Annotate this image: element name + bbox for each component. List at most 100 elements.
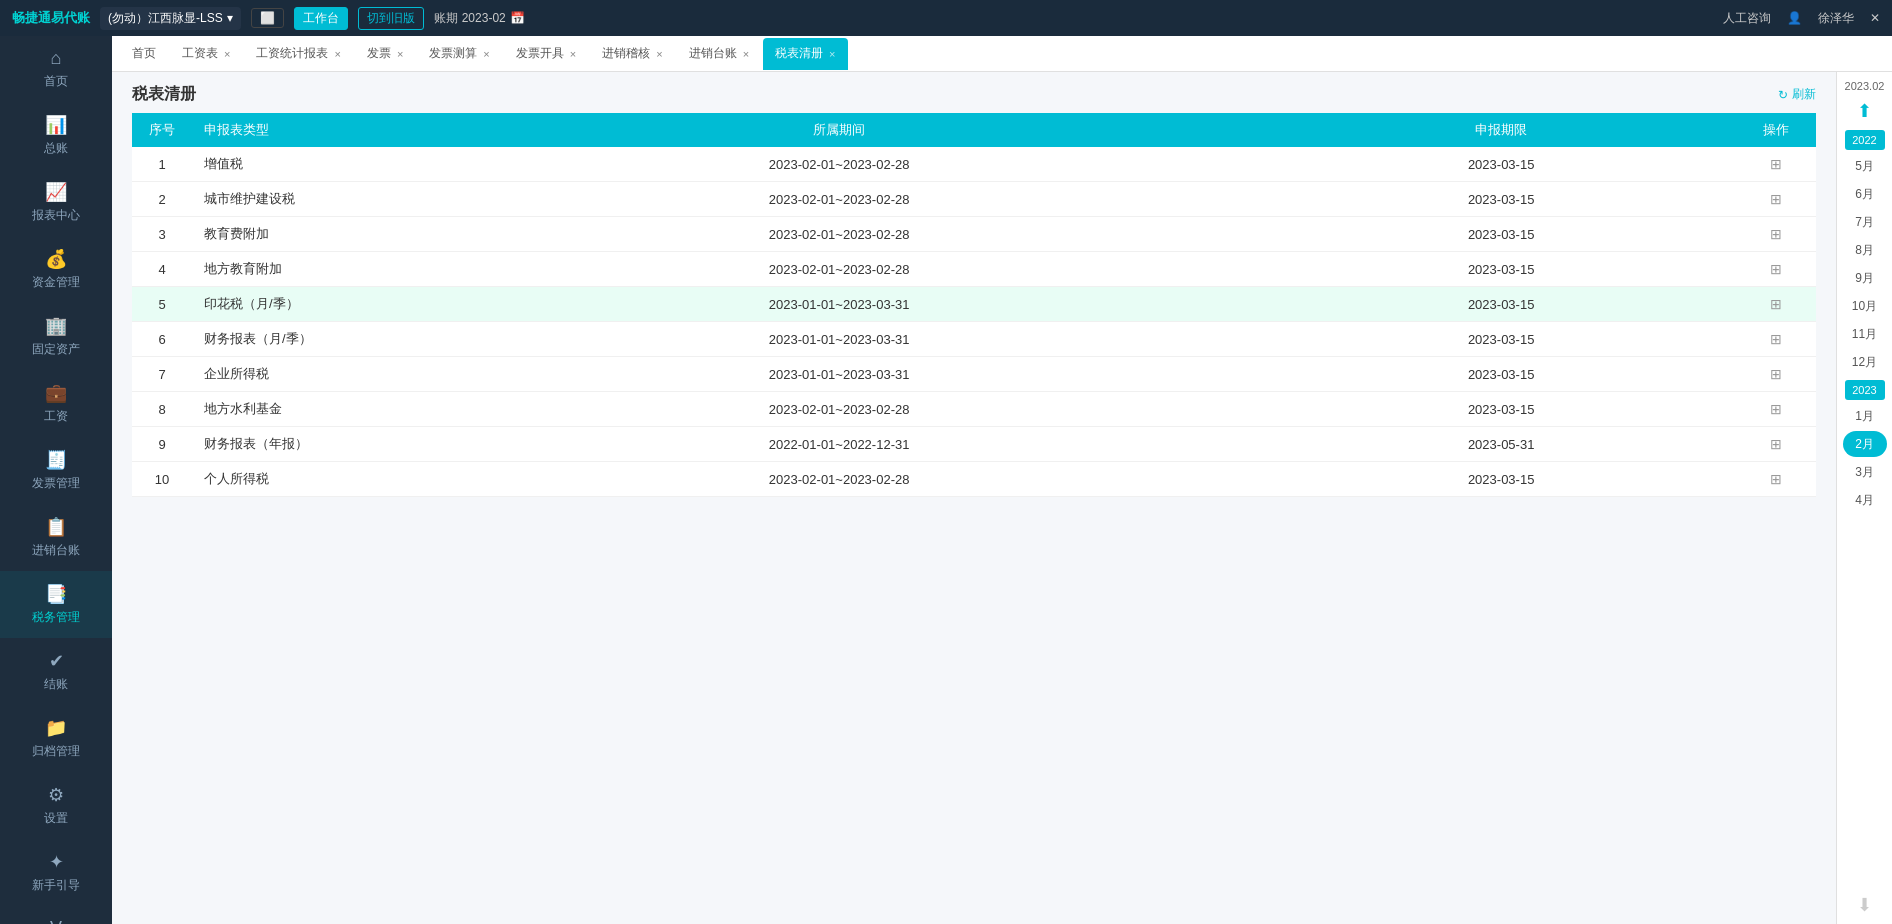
tab-home-label: 首页 bbox=[132, 45, 156, 62]
period-label: 账期 bbox=[434, 10, 458, 27]
sidebar-item-guide[interactable]: ✦ 新手引导 bbox=[0, 839, 112, 906]
panel-month-item[interactable]: 9月 bbox=[1843, 265, 1887, 291]
action-icon[interactable]: ⊞ bbox=[1770, 191, 1782, 207]
panel-month-item[interactable]: 7月 bbox=[1843, 209, 1887, 235]
action-icon[interactable]: ⊞ bbox=[1770, 296, 1782, 312]
username[interactable]: 徐泽华 bbox=[1818, 10, 1854, 27]
sidebar-item-invoice[interactable]: 🧾 发票管理 bbox=[0, 437, 112, 504]
panel-month-item[interactable]: 8月 bbox=[1843, 237, 1887, 263]
tab-salary-table-close[interactable]: × bbox=[224, 48, 230, 60]
tab-tax-list[interactable]: 税表清册 × bbox=[763, 38, 847, 70]
cell-action[interactable]: ⊞ bbox=[1736, 357, 1816, 392]
col-deadline: 申报期限 bbox=[1266, 113, 1736, 147]
sidebar-item-archive[interactable]: 📁 归档管理 bbox=[0, 705, 112, 772]
panel-month-item[interactable]: 3月 bbox=[1843, 459, 1887, 485]
cell-action[interactable]: ⊞ bbox=[1736, 217, 1816, 252]
panel-down-arrow[interactable]: ⬇ bbox=[1853, 890, 1876, 920]
sidebar-item-ledger[interactable]: 📊 总账 bbox=[0, 102, 112, 169]
sidebar-item-tax[interactable]: 📑 税务管理 bbox=[0, 571, 112, 638]
action-icon[interactable]: ⊞ bbox=[1770, 471, 1782, 487]
tab-purchase-ledger[interactable]: 进销台账 × bbox=[677, 38, 761, 70]
tab-purchase-check[interactable]: 进销稽核 × bbox=[590, 38, 674, 70]
action-icon[interactable]: ⊞ bbox=[1770, 156, 1782, 172]
sidebar: ⌂ 首页 📊 总账 📈 报表中心 💰 资金管理 🏢 固定资产 💼 工资 🧾 发票… bbox=[0, 36, 112, 924]
sidebar-item-assets[interactable]: 🏢 固定资产 bbox=[0, 303, 112, 370]
cell-type: 教育费附加 bbox=[192, 217, 412, 252]
table-row: 5 印花税（月/季） 2023-01-01~2023-03-31 2023-03… bbox=[132, 287, 1816, 322]
panel-month-item[interactable]: 2月 bbox=[1843, 431, 1887, 457]
tab-salary-table[interactable]: 工资表 × bbox=[170, 38, 242, 70]
tab-invoice-open[interactable]: 发票开具 × bbox=[504, 38, 588, 70]
settlement-icon: ✔ bbox=[49, 650, 64, 672]
sidebar-label-purchase: 进销台账 bbox=[32, 542, 80, 559]
cell-action[interactable]: ⊞ bbox=[1736, 322, 1816, 357]
action-icon[interactable]: ⊞ bbox=[1770, 366, 1782, 382]
action-icon[interactable]: ⊞ bbox=[1770, 401, 1782, 417]
workspace-button[interactable]: 工作台 bbox=[294, 7, 348, 30]
cell-action[interactable]: ⊞ bbox=[1736, 462, 1816, 497]
company-selector[interactable]: (勿动）江西脉显-LSS ▾ bbox=[100, 7, 241, 30]
panel-year-tag[interactable]: 2022 bbox=[1845, 130, 1885, 150]
panel-month-item[interactable]: 5月 bbox=[1843, 153, 1887, 179]
calendar-icon[interactable]: 📅 bbox=[510, 11, 525, 25]
panel-year-tag[interactable]: 2023 bbox=[1845, 380, 1885, 400]
switch-version-button[interactable]: 切到旧版 bbox=[358, 7, 424, 30]
refresh-label: 刷新 bbox=[1792, 86, 1816, 103]
cell-deadline: 2023-03-15 bbox=[1266, 322, 1736, 357]
cell-action[interactable]: ⊞ bbox=[1736, 427, 1816, 462]
sidebar-label-archive: 归档管理 bbox=[32, 743, 80, 760]
cell-action[interactable]: ⊞ bbox=[1736, 182, 1816, 217]
sidebar-item-home[interactable]: ⌂ 首页 bbox=[0, 36, 112, 102]
sidebar-label-settlement: 结账 bbox=[44, 676, 68, 693]
salary-icon: 💼 bbox=[45, 382, 67, 404]
sidebar-item-settings[interactable]: ⚙ 设置 bbox=[0, 772, 112, 839]
tab-purchase-ledger-close[interactable]: × bbox=[743, 48, 749, 60]
sidebar-item-fund[interactable]: 💰 资金管理 bbox=[0, 236, 112, 303]
app-logo: 畅捷通易代账 bbox=[12, 9, 90, 27]
action-icon[interactable]: ⊞ bbox=[1770, 226, 1782, 242]
panel-up-arrow[interactable]: ⬆ bbox=[1853, 96, 1876, 126]
panel-month-item[interactable]: 10月 bbox=[1843, 293, 1887, 319]
panel-month-item[interactable]: 11月 bbox=[1843, 321, 1887, 347]
refresh-button[interactable]: ↻ 刷新 bbox=[1778, 86, 1816, 103]
tab-salary-report-close[interactable]: × bbox=[334, 48, 340, 60]
panel-month-item[interactable]: 4月 bbox=[1843, 487, 1887, 513]
sidebar-item-purchase[interactable]: 📋 进销台账 bbox=[0, 504, 112, 571]
tab-invoice-calc-close[interactable]: × bbox=[483, 48, 489, 60]
tab-invoice-open-close[interactable]: × bbox=[570, 48, 576, 60]
cell-action[interactable]: ⊞ bbox=[1736, 287, 1816, 322]
cell-action[interactable]: ⊞ bbox=[1736, 392, 1816, 427]
cell-action[interactable]: ⊞ bbox=[1736, 252, 1816, 287]
right-panel: 2023.02 ⬆ 20225月6月7月8月9月10月11月12月20231月2… bbox=[1836, 72, 1892, 924]
tab-invoice-close[interactable]: × bbox=[397, 48, 403, 60]
sidebar-item-settlement[interactable]: ✔ 结账 bbox=[0, 638, 112, 705]
tab-purchase-check-close[interactable]: × bbox=[656, 48, 662, 60]
tab-home[interactable]: 首页 bbox=[120, 38, 168, 70]
tab-invoice-calc[interactable]: 发票测算 × bbox=[417, 38, 501, 70]
sidebar-item-member[interactable]: V 畅会员 bbox=[0, 906, 112, 924]
panel-month-item[interactable]: 12月 bbox=[1843, 349, 1887, 375]
panel-month-item[interactable]: 6月 bbox=[1843, 181, 1887, 207]
panel-month-item[interactable]: 1月 bbox=[1843, 403, 1887, 429]
tab-tax-list-close[interactable]: × bbox=[829, 48, 835, 60]
sidebar-item-salary[interactable]: 💼 工资 bbox=[0, 370, 112, 437]
ledger-icon: 📊 bbox=[45, 114, 67, 136]
action-icon[interactable]: ⊞ bbox=[1770, 436, 1782, 452]
table-row: 2 城市维护建设税 2023-02-01~2023-02-28 2023-03-… bbox=[132, 182, 1816, 217]
action-icon[interactable]: ⊞ bbox=[1770, 331, 1782, 347]
table-row: 10 个人所得税 2023-02-01~2023-02-28 2023-03-1… bbox=[132, 462, 1816, 497]
sidebar-item-report[interactable]: 📈 报表中心 bbox=[0, 169, 112, 236]
cell-type: 增值税 bbox=[192, 147, 412, 182]
report-icon: 📈 bbox=[45, 181, 67, 203]
action-icon[interactable]: ⊞ bbox=[1770, 261, 1782, 277]
period-display: 账期 2023-02 📅 bbox=[434, 10, 525, 27]
tab-tax-list-label: 税表清册 bbox=[775, 45, 823, 62]
tab-invoice[interactable]: 发票 × bbox=[355, 38, 415, 70]
tab-salary-report[interactable]: 工资统计报表 × bbox=[244, 38, 352, 70]
ai-consult-btn[interactable]: 人工咨询 bbox=[1723, 10, 1771, 27]
sidebar-label-fund: 资金管理 bbox=[32, 274, 80, 291]
cell-action[interactable]: ⊞ bbox=[1736, 147, 1816, 182]
copy-button[interactable]: ⬜ bbox=[251, 8, 284, 28]
window-close-icon[interactable]: ✕ bbox=[1870, 11, 1880, 25]
tab-purchase-check-label: 进销稽核 bbox=[602, 45, 650, 62]
